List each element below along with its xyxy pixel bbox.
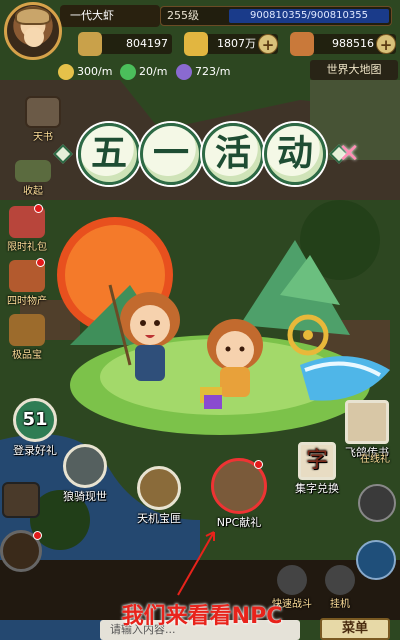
resource-food-value: 988516 [332,37,374,50]
gold-ingot-icon [184,32,208,56]
player-level: 255级 [167,9,199,22]
title-char-4: 动 [264,123,326,185]
treasure-button[interactable]: 极品宝 [2,314,52,361]
notification-dot [34,204,43,213]
online-gift-label[interactable]: 在线礼 [350,450,400,465]
exp-bar: 900810355/900810355 [229,9,389,23]
player-name: 一代大虾 [60,5,160,27]
letter-icon [345,400,389,444]
tianji-box-button[interactable]: 天机宝匣 [126,466,192,526]
word-icon: 字 [298,442,336,480]
resource-gold: 1807万 + [184,32,278,56]
ex-icon[interactable] [356,540,396,580]
title-char-2: 一 [140,123,202,185]
collapse-button[interactable]: 收起 [8,160,58,197]
food-icon [290,32,314,56]
annotation-caption: 我们来看看NPC [121,604,283,629]
lock-icon [277,565,307,595]
swords-icon [325,565,355,595]
resource-gold-value: 1807万 [217,37,256,50]
level-bar: 255级 900810355/900810355 [160,6,392,26]
green-star-icon [120,64,136,80]
seasonal-produce-button[interactable]: 四时物产 [2,258,52,307]
world-map-button[interactable]: 世界大地图 [310,60,398,80]
resource-silver-value: 804197 [126,37,168,50]
box-icon [137,466,181,510]
collapse-icon [15,160,51,182]
top-bar: 一代大虾 255级 900810355/900810355 804197 180… [0,0,400,60]
login-gift-icon: 51 [13,398,57,442]
rate-gold: 300/m [58,62,112,82]
event-title: 五 一 活 动 [52,123,350,185]
limited-gift-button[interactable]: 限时礼包 [2,204,52,253]
exp-icon [176,64,192,80]
title-char-3: 活 [202,123,264,185]
silver-icon [78,32,102,56]
resource-food: 988516 + [290,32,396,56]
rate-exp: 723/m [176,62,230,82]
title-char-1: 五 [78,123,140,185]
horse-icon[interactable] [358,484,396,522]
close-popup-button[interactable]: ✕ [336,141,362,167]
rate-star: 20/m [120,62,167,82]
production-rates: 300/m 20/m 723/m [0,62,300,82]
wolf-rider-button[interactable]: 狼骑现世 [52,444,118,504]
gold-coin-icon [58,64,74,80]
wolf-icon [63,444,107,488]
player-avatar[interactable] [4,2,62,60]
notification-dot [254,460,263,469]
annotation-arrow [177,531,215,596]
resource-silver: 804197 [78,32,172,56]
add-food-button[interactable]: + [376,34,396,54]
calendar-icon[interactable] [2,482,40,518]
notification-dot [33,531,42,540]
add-gold-button[interactable]: + [258,34,278,54]
mail-icon[interactable] [0,530,42,572]
treasure-icon [9,314,45,346]
notification-dot [36,258,45,267]
